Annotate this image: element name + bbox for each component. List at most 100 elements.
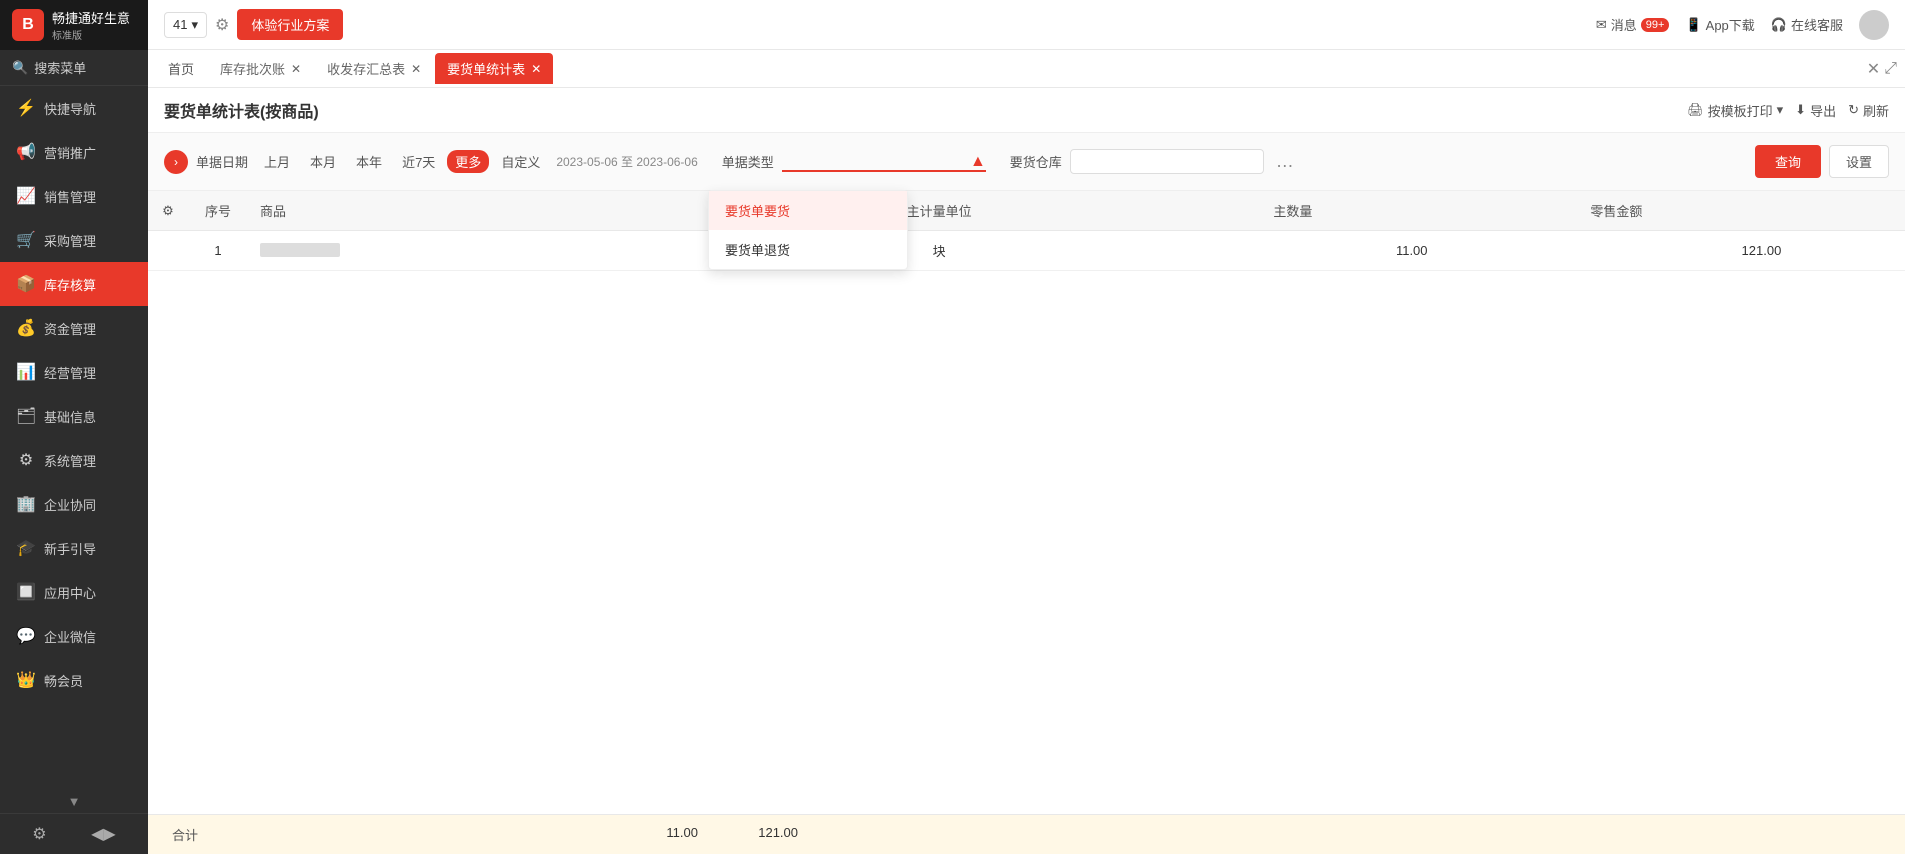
user-avatar[interactable]	[1859, 10, 1889, 40]
export-btn[interactable]: ⬇ 导出	[1795, 101, 1836, 120]
sidebar-item-guide[interactable]: 🎓 新手引导	[0, 526, 148, 570]
dropdown-item-order-return[interactable]: 要货单退货	[709, 230, 907, 269]
type-filter-input[interactable]	[782, 151, 986, 172]
date-btn-custom[interactable]: 自定义	[493, 150, 548, 173]
app-download-label: App下载	[1706, 15, 1755, 34]
trial-btn[interactable]: 体验行业方案	[237, 9, 343, 40]
tab-close-all-icon[interactable]: ✕	[1867, 59, 1880, 79]
company-selector[interactable]: 41 ▾	[164, 12, 207, 38]
tab-expand-icon[interactable]: ⤢	[1884, 60, 1897, 78]
cell-amount: 121.00	[1440, 231, 1794, 271]
operation-icon: 📊	[16, 362, 36, 382]
date-btn-more[interactable]: 更多	[447, 150, 489, 173]
col-goods-header: 商品	[248, 191, 732, 231]
table-header-row: ⚙ 序号 商品 主计量单位 主数量 零售金额	[148, 191, 1905, 231]
app-center-icon: 🔲	[16, 582, 36, 602]
enterprise-label: 企业协同	[44, 495, 96, 514]
tab-order-stats[interactable]: 要货单统计表 ✕	[435, 53, 553, 84]
page-actions: 🖨 按模板打印 ▾ ⬇ 导出 ↻ 刷新	[1687, 101, 1889, 120]
footer-label: 合计	[160, 825, 610, 844]
footer-qty: 11.00	[610, 825, 710, 844]
sidebar-settings-btn[interactable]: ⚙	[32, 824, 46, 844]
col-settings-header[interactable]: ⚙	[148, 191, 188, 231]
sidebar-bottom: ⚙ ◀▶	[0, 813, 148, 854]
type-filter-label: 单据类型	[722, 152, 774, 171]
col-amount-header: 零售金额	[1440, 191, 1794, 231]
tab-home[interactable]: 首页	[156, 53, 206, 84]
chevron-down-icon: ▾	[191, 17, 198, 33]
dropdown-item-order-goods[interactable]: 要货单要货	[709, 191, 907, 230]
sidebar-item-purchase[interactable]: 🛒 采购管理	[0, 218, 148, 262]
sidebar-scroll-down[interactable]: ▼	[0, 790, 148, 813]
sidebar-item-operation[interactable]: 📊 经营管理	[0, 350, 148, 394]
sidebar-item-inventory[interactable]: 📦 库存核算	[0, 262, 148, 306]
tab-inventory-batch-label: 库存批次账	[220, 59, 285, 78]
tab-collect-summary-label: 收发存汇总表	[327, 59, 405, 78]
sidebar-item-enterprise[interactable]: 🏢 企业协同	[0, 482, 148, 526]
date-btn-prev-month[interactable]: 上月	[256, 150, 298, 173]
filter-bar: › 单据日期 上月 本月 本年 近7天 更多 自定义 2023-05-06 至 …	[148, 133, 1905, 191]
sidebar-item-enterprise-wechat[interactable]: 💬 企业微信	[0, 614, 148, 658]
tab-inventory-batch[interactable]: 库存批次账 ✕	[208, 53, 313, 84]
sidebar-collapse-btn[interactable]: ◀▶	[91, 824, 116, 844]
refresh-btn[interactable]: ↻ 刷新	[1848, 101, 1889, 120]
filter-more-btn[interactable]: …	[1276, 151, 1294, 172]
header-settings-icon[interactable]: ⚙	[215, 15, 229, 35]
sidebar: B 畅捷通好生意 标准版 🔍 搜索菜单 ⚡ 快捷导航 📢 营销推广 📈 销售管理…	[0, 0, 148, 854]
query-btn[interactable]: 查询	[1755, 145, 1821, 178]
sidebar-item-sales[interactable]: 📈 销售管理	[0, 174, 148, 218]
warehouse-filter-input[interactable]	[1070, 149, 1264, 174]
date-btn-this-year[interactable]: 本年	[348, 150, 390, 173]
online-service-action[interactable]: 🎧 在线客服	[1771, 15, 1843, 34]
dropdown-order-goods-label: 要货单要货	[725, 204, 790, 219]
tab-order-stats-close[interactable]: ✕	[531, 63, 541, 75]
date-range: 2023-05-06 至 2023-06-06	[556, 153, 697, 170]
type-dropdown-menu: 要货单要货 要货单退货	[708, 190, 908, 270]
basic-label: 基础信息	[44, 407, 96, 426]
messages-badge: 99+	[1641, 18, 1670, 32]
app-download-action[interactable]: 📱 App下载	[1685, 15, 1754, 34]
guide-icon: 🎓	[16, 538, 36, 558]
sidebar-item-app-center[interactable]: 🔲 应用中心	[0, 570, 148, 614]
sidebar-item-membership[interactable]: 👑 畅会员	[0, 658, 148, 702]
refresh-label: 刷新	[1863, 101, 1889, 120]
settings-btn[interactable]: 设置	[1829, 145, 1889, 178]
purchase-icon: 🛒	[16, 230, 36, 250]
date-btn-this-month[interactable]: 本月	[302, 150, 344, 173]
sidebar-item-system[interactable]: ⚙ 系统管理	[0, 438, 148, 482]
tab-bar: 首页 库存批次账 ✕ 收发存汇总表 ✕ 要货单统计表 ✕ ✕ ⤢	[148, 50, 1905, 88]
date-btn-7days[interactable]: 近7天	[394, 150, 443, 173]
online-service-label: 在线客服	[1791, 15, 1843, 34]
messages-label: 消息	[1611, 15, 1637, 34]
tab-inventory-batch-close[interactable]: ✕	[291, 63, 301, 75]
tab-collect-summary-close[interactable]: ✕	[411, 63, 421, 75]
filter-expand-btn[interactable]: ›	[164, 150, 188, 174]
top-header: 41 ▾ ⚙ 体验行业方案 ✉ 消息 99+ 📱 App下载 🎧 在线客服	[148, 0, 1905, 50]
sidebar-nav: ⚡ 快捷导航 📢 营销推广 📈 销售管理 🛒 采购管理 📦 库存核算 💰 资金管…	[0, 86, 148, 790]
company-selector-value: 41	[173, 17, 187, 32]
sidebar-item-basic[interactable]: 🗂 基础信息	[0, 394, 148, 438]
messages-action[interactable]: ✉ 消息 99+	[1596, 15, 1670, 34]
membership-icon: 👑	[16, 670, 36, 690]
sidebar-item-finance[interactable]: 💰 资金管理	[0, 306, 148, 350]
inventory-icon: 📦	[16, 274, 36, 294]
filter-actions: 查询 设置	[1755, 145, 1889, 178]
table-footer: 合计 11.00 121.00	[148, 814, 1905, 854]
enterprise-icon: 🏢	[16, 494, 36, 514]
sidebar-item-marketing[interactable]: 📢 营销推广	[0, 130, 148, 174]
operation-label: 经营管理	[44, 363, 96, 382]
logo-title: 畅捷通好生意	[52, 8, 130, 27]
header-right: ✉ 消息 99+ 📱 App下载 🎧 在线客服	[1596, 10, 1889, 40]
sidebar-item-quick-nav[interactable]: ⚡ 快捷导航	[0, 86, 148, 130]
tab-collect-summary[interactable]: 收发存汇总表 ✕	[315, 53, 433, 84]
print-btn[interactable]: 🖨 按模板打印 ▾	[1687, 101, 1783, 120]
type-dropdown-icon[interactable]: ▲	[970, 153, 986, 171]
print-chevron-icon: ▾	[1777, 102, 1784, 118]
main-area: 41 ▾ ⚙ 体验行业方案 ✉ 消息 99+ 📱 App下载 🎧 在线客服	[148, 0, 1905, 854]
inventory-label: 库存核算	[44, 275, 96, 294]
col-qty-header: 主数量	[1146, 191, 1439, 231]
cell-qty: 11.00	[1146, 231, 1439, 271]
enterprise-wechat-label: 企业微信	[44, 627, 96, 646]
sidebar-search[interactable]: 🔍 搜索菜单	[0, 50, 148, 86]
system-label: 系统管理	[44, 451, 96, 470]
